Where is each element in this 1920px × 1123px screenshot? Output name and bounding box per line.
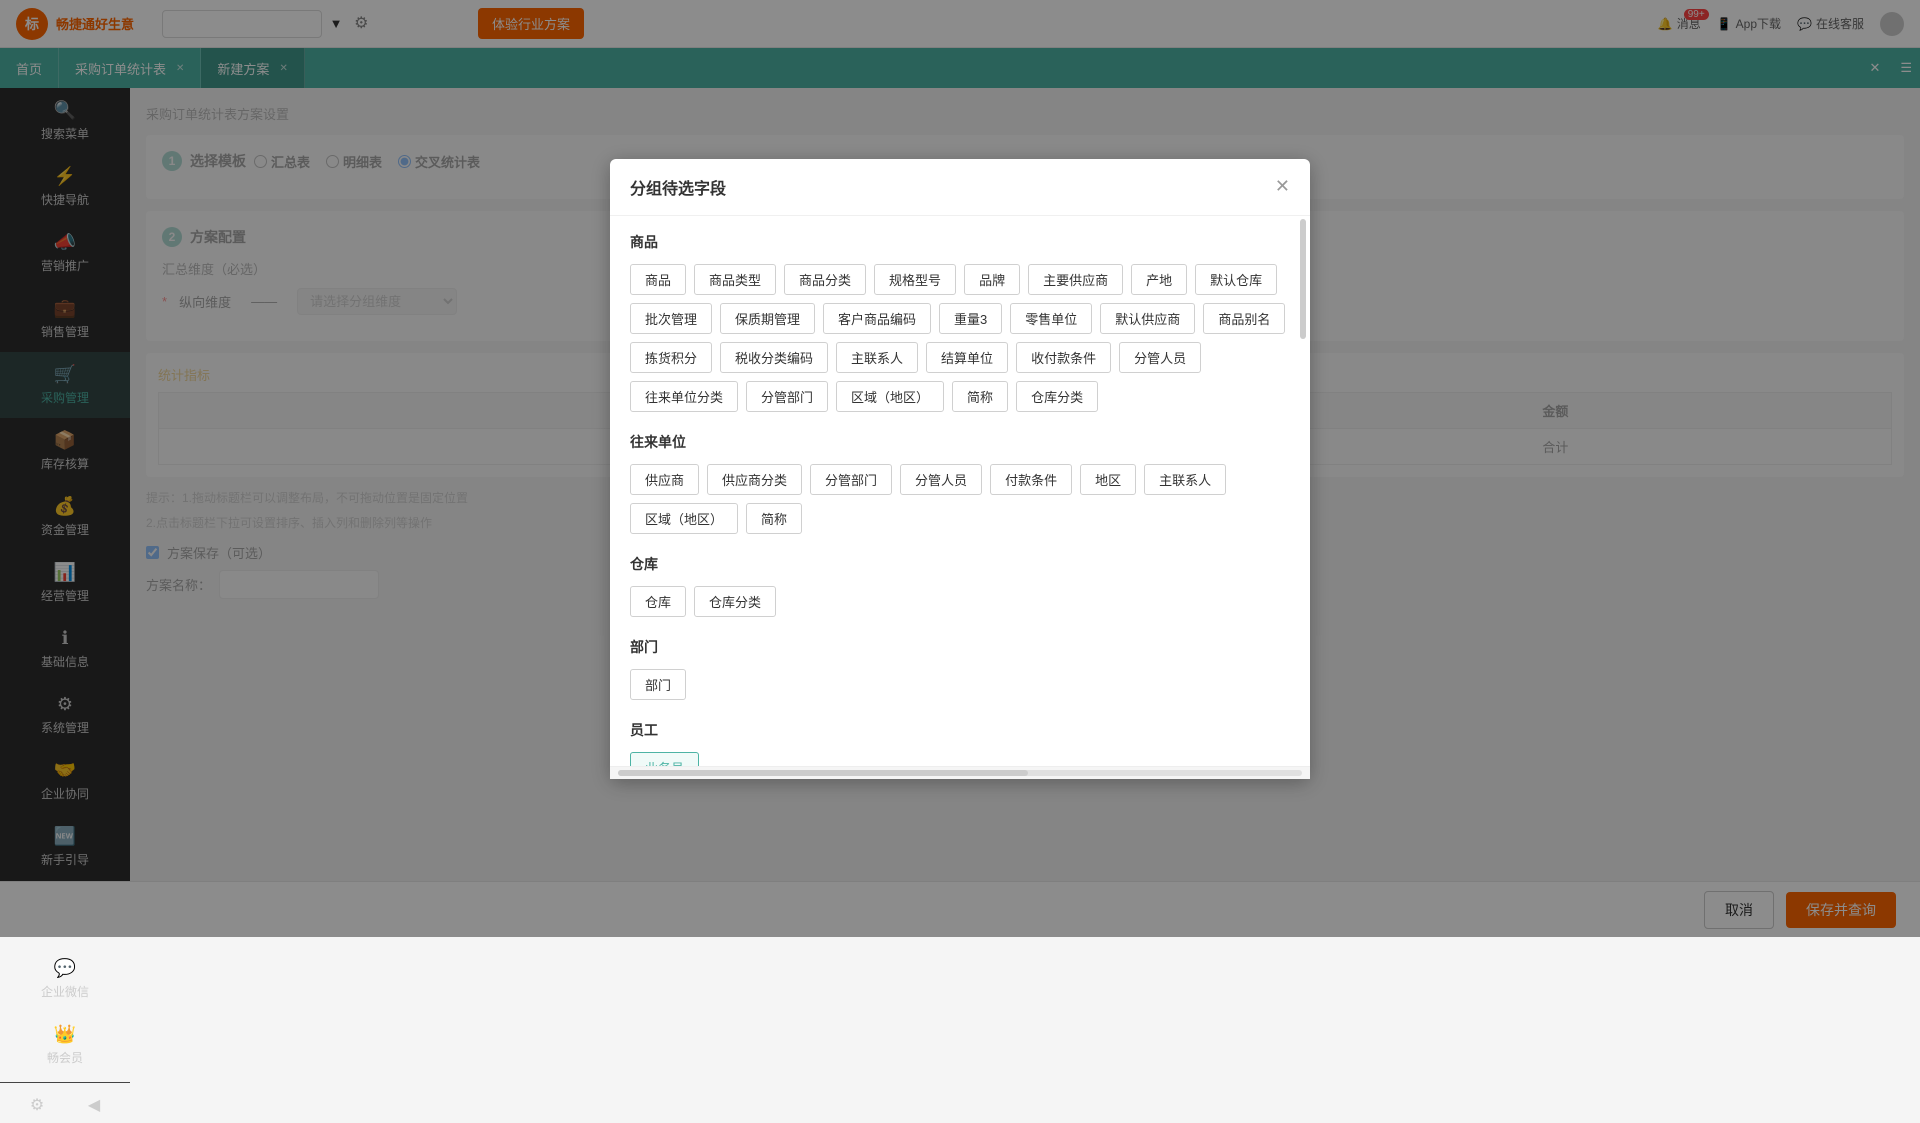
field-tag[interactable]: 保质期管理 [720,303,815,334]
field-selection-modal: 分组待选字段 ✕ 商品 商品 商品类型 商品分类 规格型号 品牌 主要供应商 产… [610,159,1310,779]
section-partner-title: 往来单位 [630,432,1290,452]
section-warehouse: 仓库 仓库 仓库分类 [630,554,1290,617]
section-partner: 往来单位 供应商 供应商分类 分管部门 分管人员 付款条件 地区 主联系人 区域… [630,432,1290,534]
field-tag[interactable]: 分管人员 [900,464,982,495]
member-icon: 👑 [54,1024,76,1045]
field-tag[interactable]: 品牌 [964,264,1020,295]
section-goods-title: 商品 [630,232,1290,252]
section-warehouse-title: 仓库 [630,554,1290,574]
field-tag[interactable]: 拣货积分 [630,342,712,373]
field-tag[interactable]: 区域（地区） [836,381,944,412]
field-tag-salesperson[interactable]: 业务员 [630,752,699,767]
field-tag[interactable]: 批次管理 [630,303,712,334]
field-tag[interactable]: 重量3 [939,303,1002,334]
section-employee: 员工 业务员 [630,720,1290,767]
field-tag[interactable]: 分管人员 [1119,342,1201,373]
field-tag[interactable]: 部门 [630,669,686,700]
sidebar-collapse-icon[interactable]: ◀ [88,1095,100,1115]
modal-header: 分组待选字段 ✕ [610,159,1310,216]
modal-close-button[interactable]: ✕ [1275,176,1290,197]
section-dept-title: 部门 [630,637,1290,657]
modal-horizontal-scrollbar[interactable] [610,766,1310,778]
field-tag[interactable]: 简称 [952,381,1008,412]
field-tag[interactable]: 收付款条件 [1016,342,1111,373]
field-tag[interactable]: 客户商品编码 [823,303,931,334]
field-tag[interactable]: 地区 [1080,464,1136,495]
field-tag[interactable]: 仓库 [630,586,686,617]
field-tag[interactable]: 商品别名 [1203,303,1285,334]
field-tag[interactable]: 主要供应商 [1028,264,1123,295]
weixin-label: 企业微信 [41,983,89,1000]
field-tag[interactable]: 供应商 [630,464,699,495]
field-tag[interactable]: 仓库分类 [694,586,776,617]
field-tag[interactable]: 结算单位 [926,342,1008,373]
section-employee-title: 员工 [630,720,1290,740]
weixin-icon: 💬 [54,958,76,979]
sidebar-settings-icon[interactable]: ⚙ [30,1095,44,1115]
field-tag[interactable]: 主联系人 [1144,464,1226,495]
sidebar-bottom: ⚙ ◀ [0,1078,130,1123]
modal-body[interactable]: 商品 商品 商品类型 商品分类 规格型号 品牌 主要供应商 产地 默认仓库 批次… [610,216,1310,767]
modal-title: 分组待选字段 [630,175,726,199]
section-warehouse-tags: 仓库 仓库分类 [630,586,1290,617]
section-goods: 商品 商品 商品类型 商品分类 规格型号 品牌 主要供应商 产地 默认仓库 批次… [630,232,1290,412]
field-tag[interactable]: 付款条件 [990,464,1072,495]
section-goods-tags: 商品 商品类型 商品分类 规格型号 品牌 主要供应商 产地 默认仓库 批次管理 … [630,264,1290,412]
field-tag[interactable]: 商品分类 [784,264,866,295]
field-tag[interactable]: 简称 [746,503,802,534]
field-tag[interactable]: 分管部门 [746,381,828,412]
member-label: 畅会员 [47,1049,83,1066]
field-tag[interactable]: 商品 [630,264,686,295]
section-dept: 部门 部门 [630,637,1290,700]
field-tag[interactable]: 供应商分类 [707,464,802,495]
section-partner-tags: 供应商 供应商分类 分管部门 分管人员 付款条件 地区 主联系人 区域（地区） … [630,464,1290,534]
section-employee-tags: 业务员 [630,752,1290,767]
field-tag[interactable]: 仓库分类 [1016,381,1098,412]
modal-backdrop: 分组待选字段 ✕ 商品 商品 商品类型 商品分类 规格型号 品牌 主要供应商 产… [0,0,1920,937]
section-dept-tags: 部门 [630,669,1290,700]
field-tag[interactable]: 往来单位分类 [630,381,738,412]
field-tag[interactable]: 零售单位 [1010,303,1092,334]
modal-scrollbar[interactable] [1300,211,1306,779]
field-tag[interactable]: 分管部门 [810,464,892,495]
field-tag[interactable]: 主联系人 [836,342,918,373]
field-tag[interactable]: 税收分类编码 [720,342,828,373]
sidebar-item-weixin[interactable]: 💬 企业微信 [0,946,130,1012]
field-tag[interactable]: 规格型号 [874,264,956,295]
field-tag[interactable]: 产地 [1131,264,1187,295]
field-tag[interactable]: 默认供应商 [1100,303,1195,334]
field-tag[interactable]: 商品类型 [694,264,776,295]
field-tag[interactable]: 默认仓库 [1195,264,1277,295]
sidebar-item-member[interactable]: 👑 畅会员 [0,1012,130,1078]
field-tag[interactable]: 区域（地区） [630,503,738,534]
